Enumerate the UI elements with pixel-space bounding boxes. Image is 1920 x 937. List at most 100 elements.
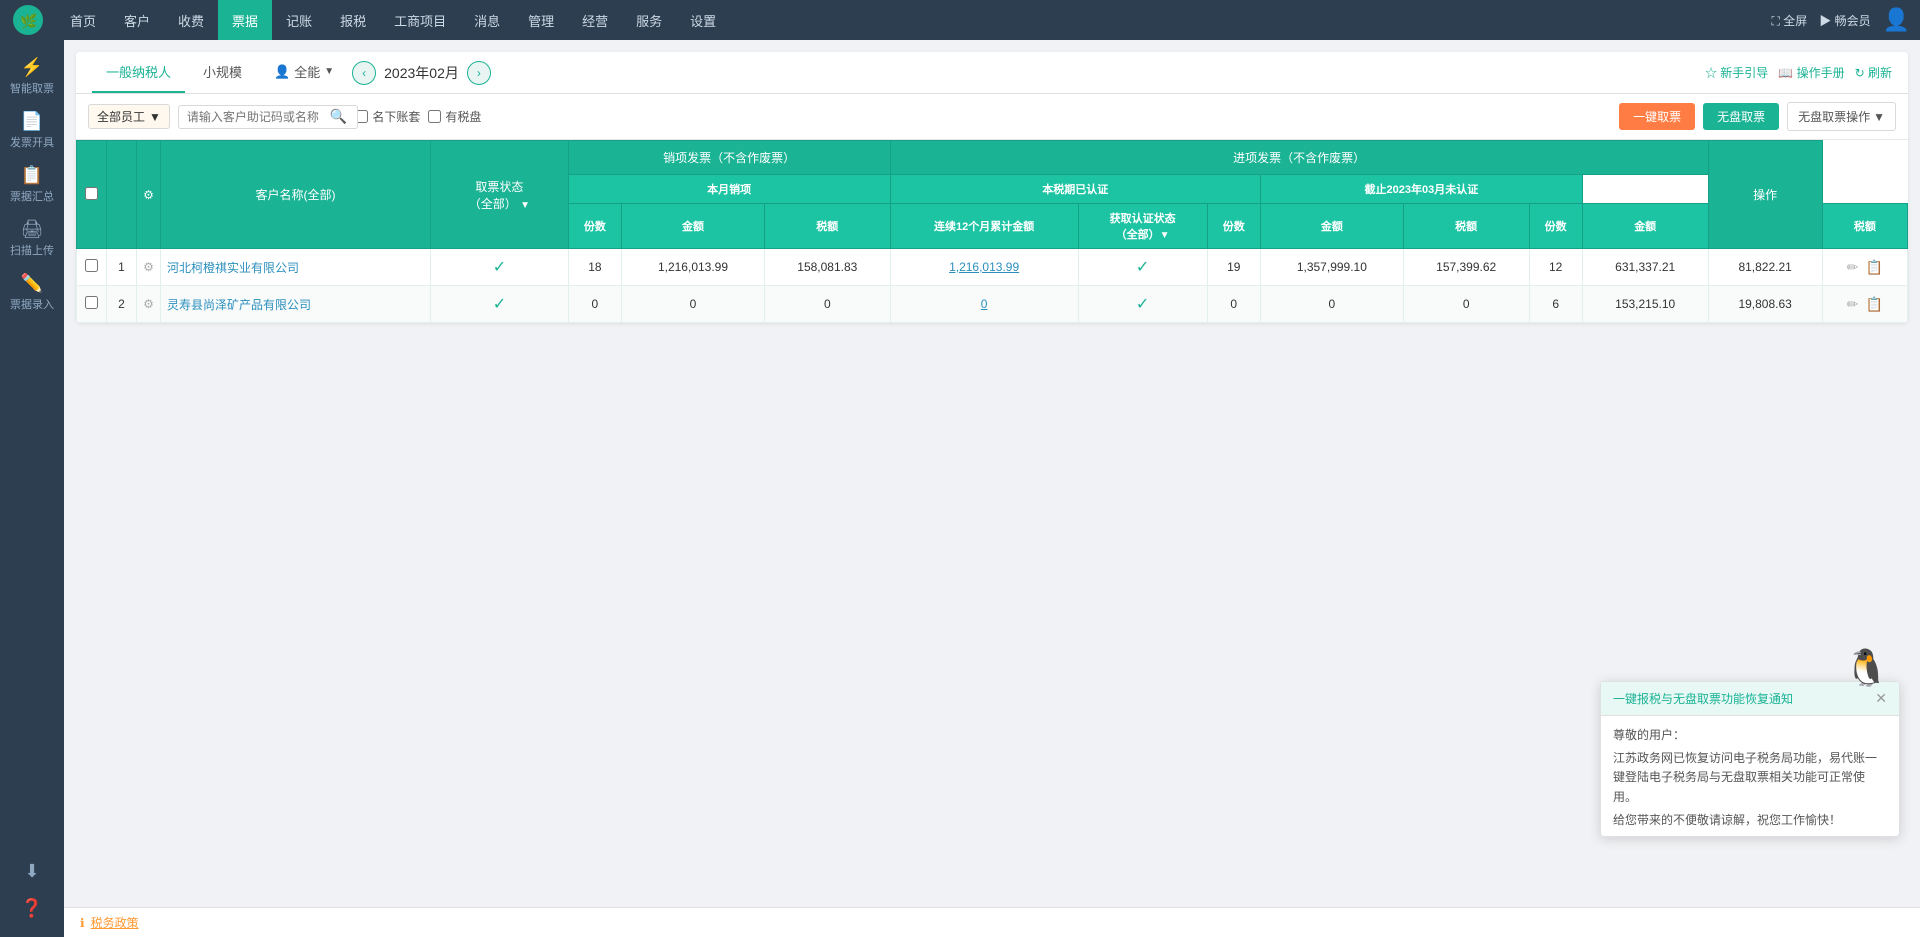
row-unrec-count: 6 xyxy=(1529,286,1582,323)
notification-close-btn[interactable]: ✕ xyxy=(1875,690,1887,707)
top-navigation: 🌿 首页 客户 收费 票据 记账 报税 工商项目 消息 管理 经营 服务 设置 … xyxy=(0,0,1920,40)
nav-tax[interactable]: 报税 xyxy=(326,0,380,40)
copy-icon[interactable]: 📋 xyxy=(1866,296,1883,312)
notification-popup: 🐧 一键报税与无盘取票功能恢复通知 ✕ 尊敬的用户：江苏政务网已恢复访问电子税务… xyxy=(1600,681,1900,837)
row-customer-name: 灵寿县尚泽矿产品有限公司 xyxy=(161,286,431,323)
svg-text:🌿: 🌿 xyxy=(20,13,37,30)
fullscreen-btn[interactable]: ⛶ 全屏 xyxy=(1771,12,1807,29)
nav-items: 首页 客户 收费 票据 记账 报税 工商项目 消息 管理 经营 服务 设置 xyxy=(56,0,1771,40)
no-disk-ops-button[interactable]: 无盘取票操作 ▼ xyxy=(1787,102,1896,131)
col-sub-current-month: 本月销项 xyxy=(568,175,890,204)
ops-dropdown-icon: ▼ xyxy=(1873,110,1885,124)
notification-line: 2023年3月20日 xyxy=(1613,834,1887,836)
row-settings[interactable]: ⚙ xyxy=(137,249,161,286)
copy-icon[interactable]: 📋 xyxy=(1866,259,1883,275)
row-cert-tax: 157,399.62 xyxy=(1403,249,1529,286)
notification-line: 尊敬的用户： xyxy=(1613,726,1887,745)
scan-icon: 🖨 xyxy=(21,220,44,238)
sidebar-item-scan[interactable]: 🖨 扫描上传 xyxy=(0,212,64,266)
prev-month-btn[interactable]: ‹ xyxy=(352,61,376,85)
current-date: 2023年02月 xyxy=(384,63,459,83)
row-settings[interactable]: ⚙ xyxy=(137,286,161,323)
nav-billing[interactable]: 收费 xyxy=(164,0,218,40)
col-fetch-status: 取票状态（全部） ▼ xyxy=(431,141,569,249)
search-button[interactable]: 🔍 xyxy=(330,108,347,125)
member-btn[interactable]: ▶ 畅会员 xyxy=(1819,12,1870,29)
no-disk-fetch-button[interactable]: 无盘取票 xyxy=(1703,103,1779,130)
row-unrec-count: 12 xyxy=(1529,249,1582,286)
tax-disk-checkbox-label[interactable]: 有税盘 xyxy=(428,108,481,125)
guide-link[interactable]: ☆ 新手引导 xyxy=(1705,64,1768,81)
smart-fetch-icon: ⚡ xyxy=(21,58,43,76)
refresh-link[interactable]: ↻ 刷新 xyxy=(1855,64,1892,81)
bottom-bar: ℹ 税务政策 xyxy=(64,907,1920,937)
row-consecutive[interactable]: 0 xyxy=(890,286,1078,323)
sidebar-item-summary[interactable]: 📋 票据汇总 xyxy=(0,158,64,212)
nav-message[interactable]: 消息 xyxy=(460,0,514,40)
row-unrec-tax: 81,822.21 xyxy=(1708,249,1822,286)
edit-icon[interactable]: ✏ xyxy=(1847,296,1859,312)
col-sub-certified: 本税期已认证 xyxy=(890,175,1260,204)
all-dropdown-icon: ▼ xyxy=(324,66,334,77)
row-cert-tax: 0 xyxy=(1403,286,1529,323)
row-checkbox[interactable] xyxy=(77,249,107,286)
col-consecutive: 连续12个月累计金额 xyxy=(890,204,1078,249)
date-navigation: ‹ 2023年02月 › xyxy=(352,61,491,85)
tax-disk-checkbox[interactable] xyxy=(428,110,441,123)
tab-general-taxpayer[interactable]: 一般纳税人 xyxy=(92,52,185,93)
manual-link[interactable]: 📖 操作手册 xyxy=(1778,64,1844,81)
notification-icon: 🐧 xyxy=(1844,647,1889,689)
tab-all[interactable]: 👤 全能 ▼ xyxy=(260,52,348,93)
sidebar-item-open-invoice[interactable]: 📄 发票开具 xyxy=(0,104,64,158)
next-month-btn[interactable]: › xyxy=(467,61,491,85)
tabs-bar: 一般纳税人 小规模 👤 全能 ▼ ‹ 2023年02月 › ☆ 新手引导 📖 操… xyxy=(76,52,1908,94)
one-key-fetch-button[interactable]: 一键取票 xyxy=(1619,103,1695,130)
col-cert-count: 份数 xyxy=(1207,204,1260,249)
edit-icon[interactable]: ✏ xyxy=(1847,259,1859,275)
nav-accounting[interactable]: 记账 xyxy=(272,0,326,40)
sidebar-item-smart-fetch[interactable]: ⚡ 智能取票 xyxy=(0,50,64,104)
row-amount: 0 xyxy=(622,286,765,323)
employee-label: 全部员工 xyxy=(97,108,145,125)
col-ops: 操作 xyxy=(1708,141,1822,249)
notification-body: 尊敬的用户：江苏政务网已恢复访问电子税务局功能，易代账一键登陆电子税务局与无盘取… xyxy=(1601,716,1899,836)
tax-policy-link[interactable]: 税务政策 xyxy=(91,914,139,931)
row-checkbox[interactable] xyxy=(77,286,107,323)
col-customer-name: 客户名称(全部) xyxy=(161,141,431,249)
download-icon[interactable]: ⬇ xyxy=(18,855,45,888)
employee-select[interactable]: 全部员工 ▼ xyxy=(88,104,170,129)
nav-business2[interactable]: 经营 xyxy=(568,0,622,40)
nav-settings[interactable]: 设置 xyxy=(676,0,730,40)
col-group-purchase: 进项发票（不含作废票） xyxy=(890,141,1708,175)
nav-service[interactable]: 服务 xyxy=(622,0,676,40)
row-index: 1 xyxy=(107,249,137,286)
tab-small-scale[interactable]: 小规模 xyxy=(189,52,256,93)
col-cert-tax: 税额 xyxy=(1403,204,1529,249)
row-unrec-amount: 631,337.21 xyxy=(1582,249,1708,286)
user-avatar[interactable]: 👤 xyxy=(1883,7,1910,33)
nav-business[interactable]: 工商项目 xyxy=(380,0,460,40)
row-cert-status: ✓ xyxy=(1078,249,1207,286)
nav-home[interactable]: 首页 xyxy=(56,0,110,40)
row-unrec-tax: 19,808.63 xyxy=(1708,286,1822,323)
nav-invoice[interactable]: 票据 xyxy=(218,0,272,40)
table-row: 1 ⚙ 河北柯橙祺实业有限公司 ✓ 18 1,216,013.99 158,08… xyxy=(77,249,1908,286)
notification-line: 给您带来的不便敬请谅解，祝您工作愉快！ xyxy=(1613,811,1887,830)
col-amount1: 金额 xyxy=(622,204,765,249)
row-amount: 1,216,013.99 xyxy=(622,249,765,286)
row-consecutive[interactable]: 1,216,013.99 xyxy=(890,249,1078,286)
col-cert-status: 获取认证状态（全部）▼ xyxy=(1078,204,1207,249)
row-fetch-status: ✓ xyxy=(431,286,569,323)
row-cert-status: ✓ xyxy=(1078,286,1207,323)
col-unrec-count: 份数 xyxy=(1529,204,1582,249)
nav-manage[interactable]: 管理 xyxy=(514,0,568,40)
bottom-info-icon: ℹ xyxy=(80,916,85,930)
sidebar-item-entry[interactable]: ✏️ 票据录入 xyxy=(0,266,64,320)
tabs-right-actions: ☆ 新手引导 📖 操作手册 ↻ 刷新 xyxy=(1705,64,1892,81)
invoice-table: ⚙ 客户名称(全部) 取票状态（全部） ▼ 销项发票（不含作废票） 进项发票（不… xyxy=(76,140,1908,323)
nav-customer[interactable]: 客户 xyxy=(110,0,164,40)
select-all-checkbox[interactable] xyxy=(85,187,98,200)
table-row: 2 ⚙ 灵寿县尚泽矿产品有限公司 ✓ 0 0 0 0 ✓ 0 0 0 6 153… xyxy=(77,286,1908,323)
help-icon[interactable]: ❓ xyxy=(15,892,49,925)
sub-account-checkbox-label[interactable]: 名下账套 xyxy=(355,108,420,125)
